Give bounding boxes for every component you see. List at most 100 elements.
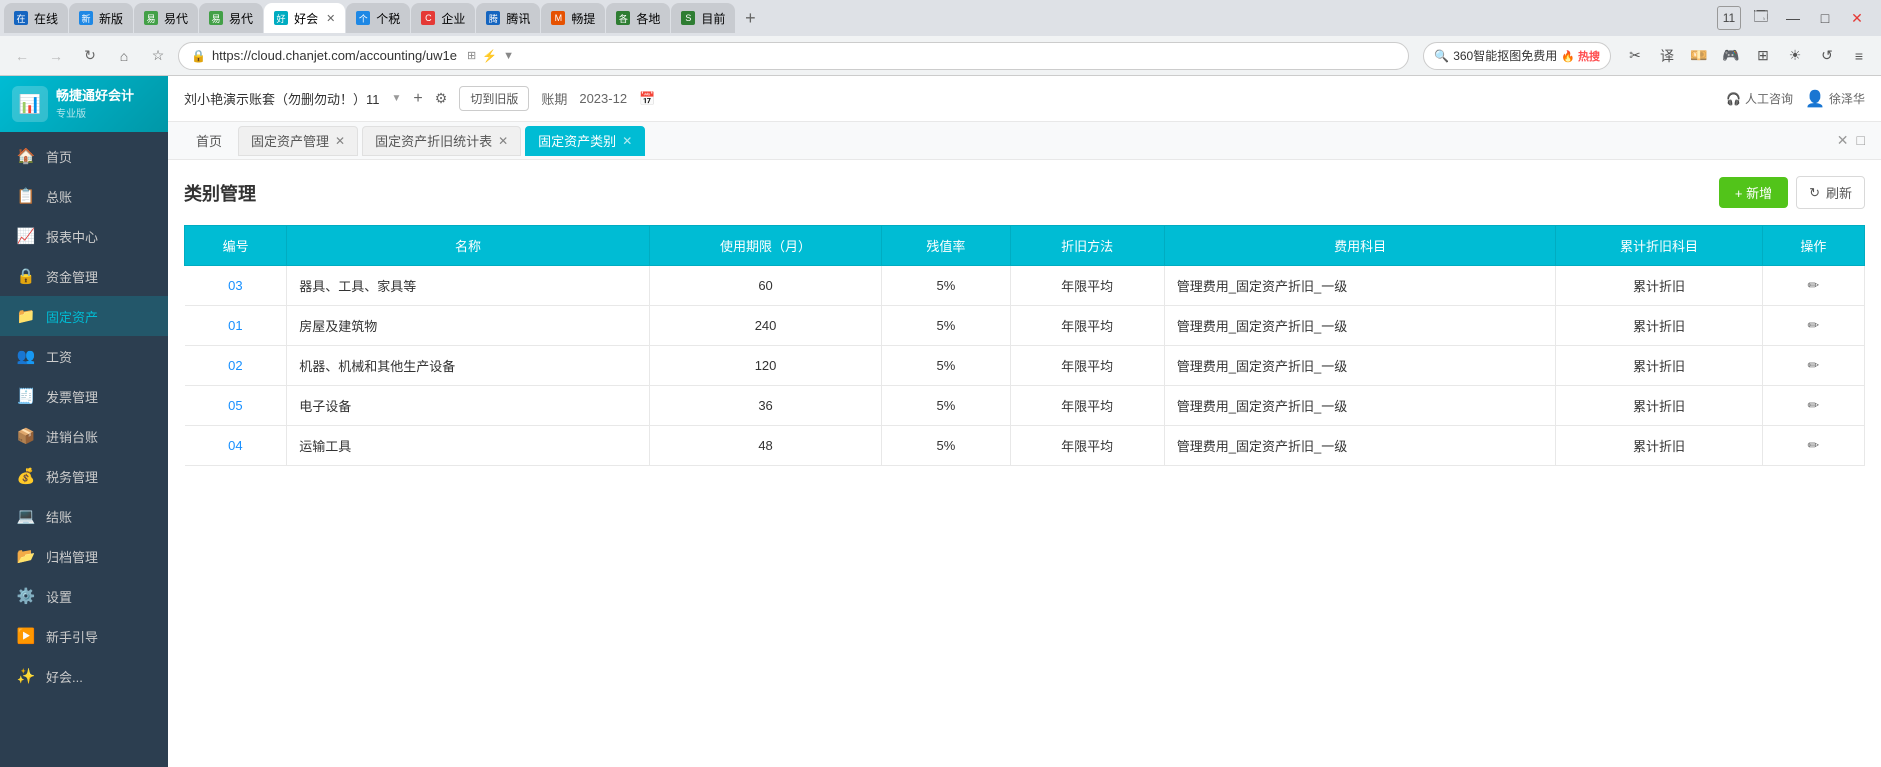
home-icon: 🏠 bbox=[16, 146, 36, 166]
add-account-icon[interactable]: + bbox=[413, 90, 422, 108]
sidebar-item-ledger-label: 总账 bbox=[46, 187, 72, 206]
game-icon[interactable]: 🎮 bbox=[1717, 42, 1745, 70]
device-icon: ⊞ bbox=[467, 49, 476, 62]
sidebar-item-settings[interactable]: ⚙️ 设置 bbox=[0, 576, 168, 616]
tab-count-badge[interactable]: 11 bbox=[1717, 6, 1741, 30]
cut-icon[interactable]: ✂ bbox=[1621, 42, 1649, 70]
browser-chrome: 在 在线 新 新版 易 易代 易 易代 好 好会 ✕ 个 个税 C 企业 腾 bbox=[0, 0, 1881, 76]
close-window-icon[interactable]: ✕ bbox=[1845, 6, 1869, 30]
ssl-lock-icon: 🔒 bbox=[191, 49, 206, 63]
browser-tab-7[interactable]: C 企业 bbox=[411, 3, 475, 33]
sidebar-item-salary[interactable]: 👥 工资 bbox=[0, 336, 168, 376]
back-button[interactable]: ← bbox=[8, 42, 36, 70]
sidebar-item-checkout[interactable]: 💻 结账 bbox=[0, 496, 168, 536]
tab-category-label: 固定资产类别 bbox=[538, 131, 616, 150]
tab-fixed-mgmt-close-icon[interactable]: ✕ bbox=[335, 134, 345, 148]
browser-tab-2[interactable]: 新 新版 bbox=[69, 3, 133, 33]
row-1-method: 年限平均 bbox=[1010, 266, 1164, 306]
row-2-edit-button[interactable]: ✏ bbox=[1808, 317, 1820, 333]
menu-icon[interactable]: ≡ bbox=[1845, 42, 1873, 70]
row-2-code: 01 bbox=[185, 306, 287, 346]
period-label: 账期 bbox=[541, 89, 567, 108]
search-text: 360智能抠图免费用 bbox=[1453, 47, 1557, 64]
reports-icon: 📈 bbox=[16, 226, 36, 246]
forward-button[interactable]: → bbox=[42, 42, 70, 70]
tab-depreciation[interactable]: 固定资产折旧统计表 ✕ bbox=[362, 126, 521, 156]
tab-depreciation-close-icon[interactable]: ✕ bbox=[498, 134, 508, 148]
col-period: 使用期限（月） bbox=[649, 226, 881, 266]
brightness-icon[interactable]: ☀ bbox=[1781, 42, 1809, 70]
minimize-icon[interactable]: — bbox=[1781, 6, 1805, 30]
maximize-icon[interactable]: □ bbox=[1813, 6, 1837, 30]
undo-icon[interactable]: ↺ bbox=[1813, 42, 1841, 70]
tab-fixed-mgmt[interactable]: 固定资产管理 ✕ bbox=[238, 126, 358, 156]
row-1-edit-button[interactable]: ✏ bbox=[1808, 277, 1820, 293]
sidebar-item-guide[interactable]: ▶️ 新手引导 bbox=[0, 616, 168, 656]
translate-icon[interactable]: 译 bbox=[1653, 42, 1681, 70]
row-4-edit-button[interactable]: ✏ bbox=[1808, 397, 1820, 413]
invoice-icon: 🧾 bbox=[16, 386, 36, 406]
url-input[interactable]: 🔒 https://cloud.chanjet.com/accounting/u… bbox=[178, 42, 1409, 70]
tab-9-text: 畅提 bbox=[571, 10, 595, 27]
browser-tab-8[interactable]: 腾 腾讯 bbox=[476, 3, 540, 33]
tab-category-close-icon[interactable]: ✕ bbox=[622, 134, 632, 148]
browser-tab-4[interactable]: 易 易代 bbox=[199, 3, 263, 33]
sidebar-logo: 📊 畅捷通好会计 专业版 bbox=[0, 76, 168, 132]
home-button[interactable]: ⌂ bbox=[110, 42, 138, 70]
col-action: 操作 bbox=[1762, 226, 1864, 266]
table-header: 编号 名称 使用期限（月） 残值率 折旧方法 费用科目 累计折旧科目 操作 bbox=[185, 226, 1865, 266]
sidebar-item-inventory[interactable]: 📦 进销台账 bbox=[0, 416, 168, 456]
table-row: 05 电子设备 36 5% 年限平均 管理费用_固定资产折旧_一级 累计折旧 ✏ bbox=[185, 386, 1865, 426]
wallet-icon[interactable]: 💴 bbox=[1685, 42, 1713, 70]
window-restore-icon[interactable]: □ bbox=[1857, 132, 1865, 149]
sidebar-item-home[interactable]: 🏠 首页 bbox=[0, 136, 168, 176]
calendar-icon[interactable]: 📅 bbox=[639, 91, 655, 107]
sidebar-item-more-label: 好会... bbox=[46, 667, 83, 686]
tab-5-text: 好会 bbox=[294, 10, 318, 27]
add-button[interactable]: + 新增 bbox=[1719, 177, 1788, 208]
tab-home[interactable]: 首页 bbox=[184, 126, 234, 156]
sidebar-item-capital[interactable]: 🔒 资金管理 bbox=[0, 256, 168, 296]
checkout-icon: 💻 bbox=[16, 506, 36, 526]
row-5-edit-button[interactable]: ✏ bbox=[1808, 437, 1820, 453]
tab-category[interactable]: 固定资产类别 ✕ bbox=[525, 126, 645, 156]
sidebar-item-tax[interactable]: 💰 税务管理 bbox=[0, 456, 168, 496]
inventory-icon: 📦 bbox=[16, 426, 36, 446]
sidebar-item-archive[interactable]: 📂 归档管理 bbox=[0, 536, 168, 576]
grid-icon[interactable]: ⊞ bbox=[1749, 42, 1777, 70]
page-tabs: 首页 固定资产管理 ✕ 固定资产折旧统计表 ✕ 固定资产类别 ✕ ✕ □ bbox=[168, 122, 1881, 160]
row-1-residual: 5% bbox=[882, 266, 1010, 306]
new-tab-button[interactable]: + bbox=[736, 4, 764, 32]
user-name: 徐泽华 bbox=[1829, 90, 1865, 107]
window-close-icon[interactable]: ✕ bbox=[1837, 132, 1849, 149]
browser-tab-1[interactable]: 在 在线 bbox=[4, 3, 68, 33]
browser-tab-6[interactable]: 个 个税 bbox=[346, 3, 410, 33]
sidebar-item-checkout-label: 结账 bbox=[46, 507, 72, 526]
topbar-settings-icon[interactable]: ⚙ bbox=[435, 90, 448, 107]
sidebar-item-reports[interactable]: 📈 报表中心 bbox=[0, 216, 168, 256]
url-dropdown-icon[interactable]: ▼ bbox=[503, 50, 514, 62]
browser-tab-3[interactable]: 易 易代 bbox=[134, 3, 198, 33]
browser-tab-10[interactable]: 各 各地 bbox=[606, 3, 670, 33]
sidebar-item-more[interactable]: ✨ 好会... bbox=[0, 656, 168, 696]
restore-window-icon[interactable]: 🗔 bbox=[1749, 6, 1773, 30]
sidebar-item-ledger[interactable]: 📋 总账 bbox=[0, 176, 168, 216]
refresh-button[interactable]: ↻ 刷新 bbox=[1796, 176, 1865, 209]
browser-tab-9[interactable]: M 畅提 bbox=[541, 3, 605, 33]
service-label: 人工咨询 bbox=[1745, 90, 1793, 107]
row-3-edit-button[interactable]: ✏ bbox=[1808, 357, 1820, 373]
sidebar-item-invoice[interactable]: 🧾 发票管理 bbox=[0, 376, 168, 416]
reload-button[interactable]: ↻ bbox=[76, 42, 104, 70]
service-button[interactable]: 🎧 人工咨询 bbox=[1726, 90, 1793, 107]
switch-version-button[interactable]: 切到旧版 bbox=[459, 86, 529, 111]
refresh-label: 刷新 bbox=[1826, 183, 1852, 202]
browser-tab-11[interactable]: S 目前 bbox=[671, 3, 735, 33]
page-header: 类别管理 + 新增 ↻ 刷新 bbox=[184, 176, 1865, 209]
sidebar-item-fixed-assets[interactable]: 📁 固定资产 bbox=[0, 296, 168, 336]
search-bar[interactable]: 🔍 360智能抠图免费用 🔥 热搜 bbox=[1423, 42, 1611, 70]
browser-tab-5[interactable]: 好 好会 ✕ bbox=[264, 3, 345, 33]
account-dropdown-icon[interactable]: ▼ bbox=[392, 93, 402, 104]
tab-5-close-icon[interactable]: ✕ bbox=[326, 12, 335, 25]
row-3-period: 120 bbox=[649, 346, 881, 386]
bookmark-button[interactable]: ☆ bbox=[144, 42, 172, 70]
